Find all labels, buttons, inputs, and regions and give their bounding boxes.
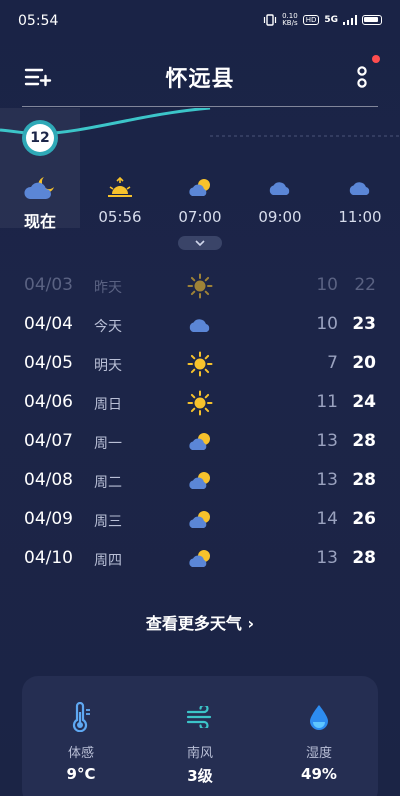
status-time: 05:54 <box>18 13 59 29</box>
thermometer-icon <box>72 702 90 732</box>
daily-high-temp: 26 <box>352 509 376 529</box>
detail-label: 体感 <box>67 746 94 761</box>
daily-high-temp: 28 <box>352 548 376 568</box>
current-temp: 12 <box>26 124 54 152</box>
daily-low-temp: 13 <box>316 548 338 568</box>
cloud-icon <box>186 311 214 339</box>
daily-low-temp: 13 <box>316 431 338 451</box>
daily-high-temp: 28 <box>352 470 376 490</box>
weather-details-card: 体感 9°C 南风 3级 湿度 49% <box>22 676 378 796</box>
daily-date: 04/03 <box>24 275 73 295</box>
sunrise-icon <box>108 177 132 197</box>
battery-icon <box>362 15 382 25</box>
partly-cloudy-icon <box>189 179 210 196</box>
hour-item-sunrise[interactable]: 05:56 <box>80 174 160 226</box>
daily-high-temp: 22 <box>354 275 376 295</box>
daily-weekday: 周三 <box>94 514 122 530</box>
daily-row[interactable]: 04/03 昨天 10 22 <box>0 266 400 305</box>
daily-low-temp: 14 <box>316 509 338 529</box>
cloud-icon <box>349 182 370 195</box>
daily-date: 04/04 <box>24 314 73 334</box>
daily-date: 04/09 <box>24 509 73 529</box>
hour-item-0700[interactable]: 07:00 <box>160 174 240 226</box>
detail-feels-like[interactable]: 体感 9°C <box>22 702 140 783</box>
expand-button[interactable] <box>178 236 222 250</box>
hour-label: 05:56 <box>98 208 142 226</box>
header-divider <box>22 106 378 107</box>
moon-cloud-icon <box>24 177 54 199</box>
cloud-icon <box>269 182 290 195</box>
daily-high-temp: 28 <box>352 431 376 451</box>
daily-low-temp: 7 <box>327 353 338 373</box>
daily-row[interactable]: 04/06 周日 11 24 <box>0 383 400 422</box>
daily-row[interactable]: 04/10 周四 13 28 <box>0 539 400 578</box>
daily-weekday: 今天 <box>94 319 122 335</box>
partly-cloudy-icon <box>186 428 214 456</box>
partly-cloudy-icon <box>186 545 214 573</box>
daily-weekday: 周二 <box>94 475 122 491</box>
daily-row[interactable]: 04/05 明天 7 20 <box>0 344 400 383</box>
daily-low-temp: 13 <box>316 470 338 490</box>
detail-value: 49% <box>301 765 337 783</box>
city-title[interactable]: 怀远县 <box>0 61 400 93</box>
partly-cloudy-icon <box>186 506 214 534</box>
humidity-drop-icon <box>310 705 328 730</box>
status-icons: 0.10 KB/s HD 5G <box>263 13 382 27</box>
partly-cloudy-icon <box>186 467 214 495</box>
detail-wind[interactable]: 南风 3级 <box>141 702 259 786</box>
daily-row[interactable]: 04/08 周二 13 28 <box>0 461 400 500</box>
daily-weekday: 昨天 <box>94 280 122 296</box>
signal-5g: 5G <box>324 15 338 25</box>
daily-weekday: 明天 <box>94 358 122 374</box>
daily-row[interactable]: 04/07 周一 13 28 <box>0 422 400 461</box>
hourly-forecast[interactable]: 12 现在 05:56 07:00 09:00 11:00 <box>0 108 400 231</box>
daily-weekday: 周一 <box>94 436 122 452</box>
hour-label: 11:00 <box>338 208 382 226</box>
daily-row[interactable]: 04/04 今天 10 23 <box>0 305 400 344</box>
signal-bars-icon <box>343 15 357 25</box>
daily-low-temp: 11 <box>316 392 338 412</box>
hour-label: 09:00 <box>258 208 302 226</box>
notification-dot <box>372 55 380 63</box>
daily-date: 04/07 <box>24 431 73 451</box>
net-speed: 0.10 KB/s <box>282 12 298 27</box>
daily-date: 04/10 <box>24 548 73 568</box>
daily-row[interactable]: 04/09 周三 14 26 <box>0 500 400 539</box>
more-weather-link[interactable]: 查看更多天气 › <box>0 610 400 634</box>
daily-high-temp: 20 <box>352 353 376 373</box>
more-options-icon[interactable] <box>350 63 374 91</box>
status-bar: 05:54 0.10 KB/s HD 5G <box>0 0 400 42</box>
hour-item-0900[interactable]: 09:00 <box>240 174 320 226</box>
sun-icon <box>186 389 214 417</box>
daily-date: 04/06 <box>24 392 73 412</box>
daily-high-temp: 23 <box>352 314 376 334</box>
temperature-curve <box>0 108 400 137</box>
daily-high-temp: 24 <box>352 392 376 412</box>
vibrate-icon <box>263 14 277 26</box>
detail-value: 9°C <box>66 765 96 783</box>
detail-humidity[interactable]: 湿度 49% <box>260 702 378 783</box>
hd-badge: HD <box>302 15 320 25</box>
current-temp-badge: 12 <box>22 120 58 156</box>
sun-icon <box>186 272 214 300</box>
daily-weekday: 周日 <box>94 397 122 413</box>
daily-low-temp: 10 <box>316 314 338 334</box>
hour-item-1100[interactable]: 11:00 <box>320 174 400 226</box>
sun-icon <box>186 350 214 378</box>
daily-low-temp: 10 <box>316 275 338 295</box>
hour-label: 现在 <box>23 212 56 231</box>
detail-label: 南风 <box>186 746 213 761</box>
detail-label: 湿度 <box>305 746 332 761</box>
daily-date: 04/05 <box>24 353 73 373</box>
hour-item-now[interactable]: 现在 <box>0 174 80 232</box>
header: 怀远县 <box>0 55 400 99</box>
chevron-down-icon <box>195 240 205 246</box>
wind-icon <box>186 706 212 728</box>
detail-value: 3级 <box>187 767 213 785</box>
daily-date: 04/08 <box>24 470 73 490</box>
hour-label: 07:00 <box>178 208 222 226</box>
daily-weekday: 周四 <box>94 553 122 569</box>
